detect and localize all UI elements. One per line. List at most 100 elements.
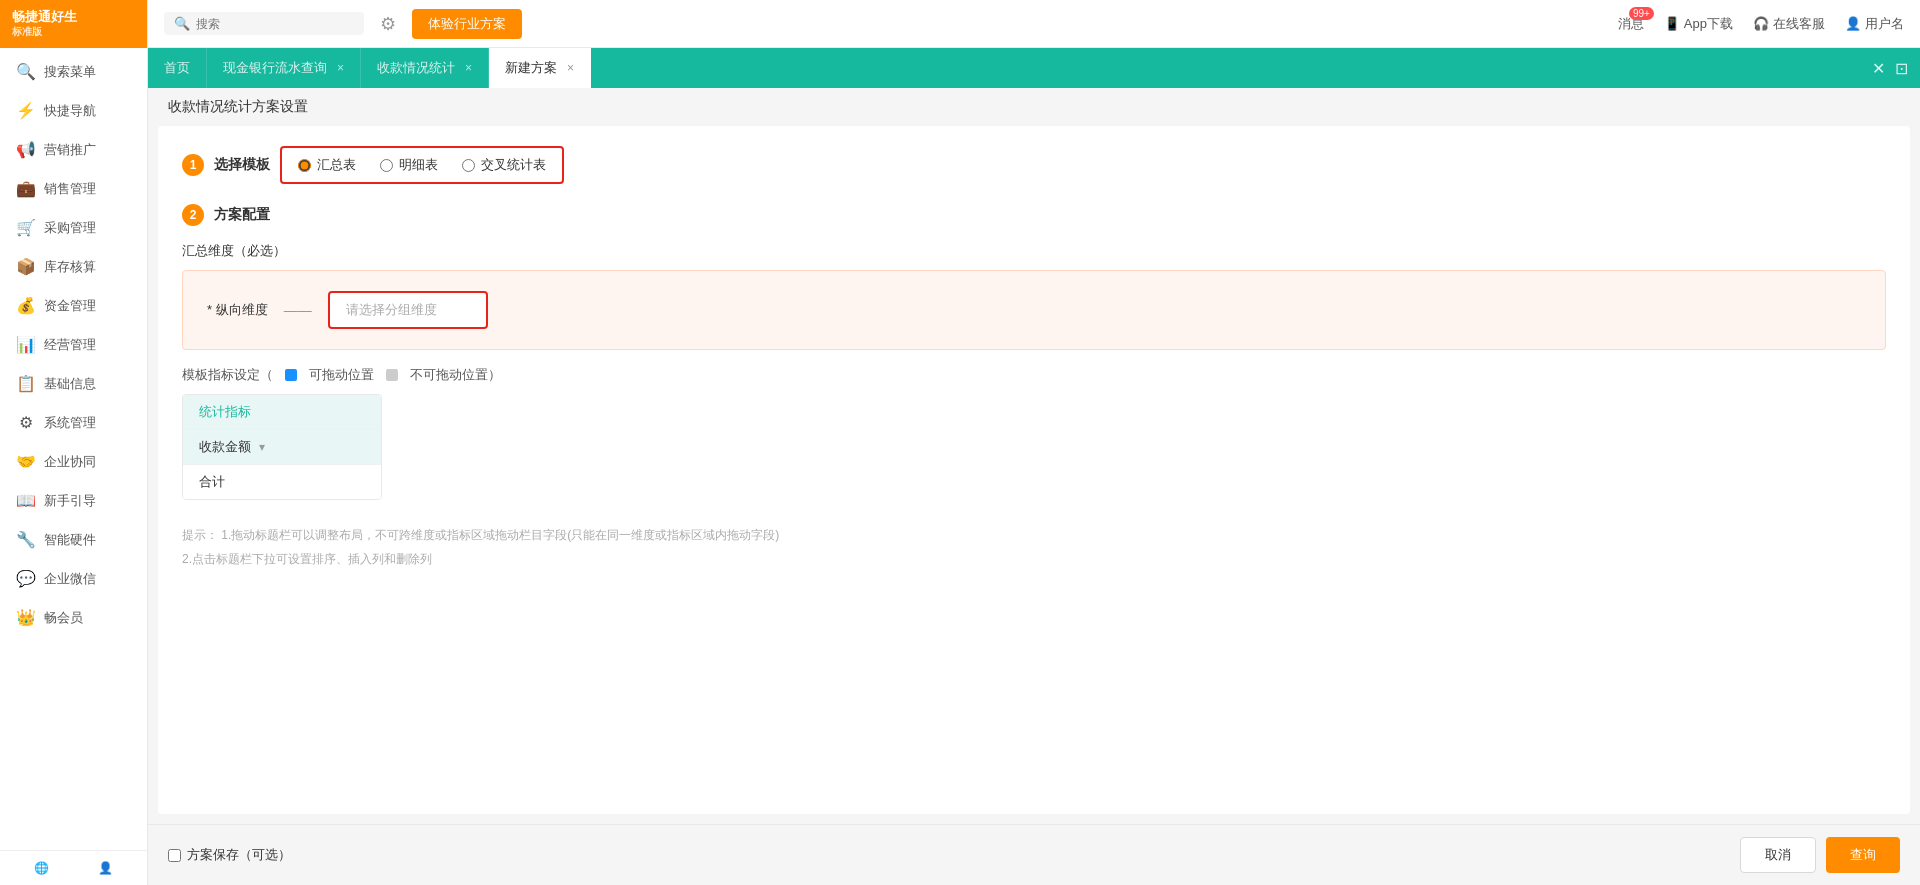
tab-bank-flow-close[interactable]: × [337, 61, 344, 75]
dimension-row: * 纵向维度 —— 请选择分组维度 [207, 291, 1861, 329]
chevron-down-icon[interactable]: ▾ [259, 440, 265, 454]
radio-detail-input[interactable] [380, 159, 393, 172]
sidebar-item-3[interactable]: 💼销售管理 [0, 169, 147, 208]
sidebar-label-14: 畅会员 [44, 609, 83, 627]
footer: 方案保存（可选） 取消 查询 [148, 824, 1920, 885]
sidebar-item-4[interactable]: 🛒采购管理 [0, 208, 147, 247]
tab-receipt-stats-close[interactable]: × [465, 61, 472, 75]
tab-home[interactable]: 首页 [148, 48, 207, 88]
radio-summary-label[interactable]: 汇总表 [317, 156, 356, 174]
indicator-total-label: 合计 [199, 474, 225, 489]
sidebar-item-14[interactable]: 👑畅会员 [0, 598, 147, 637]
non-draggable-label: 不可拖动位置） [410, 366, 501, 384]
sidebar-icon-3: 💼 [16, 179, 36, 198]
step2-title: 方案配置 [214, 206, 270, 224]
sidebar-icon-1: ⚡ [16, 101, 36, 120]
trial-button[interactable]: 体验行业方案 [412, 9, 522, 39]
download-label: App下载 [1684, 15, 1733, 33]
indicator-column-total: 合计 [183, 464, 381, 499]
sidebar-icon-8: 📋 [16, 374, 36, 393]
tab-receipt-stats[interactable]: 收款情况统计 × [361, 48, 489, 88]
sidebar-label-4: 采购管理 [44, 219, 96, 237]
sidebar-label-12: 智能硬件 [44, 531, 96, 549]
radio-summary-input[interactable] [298, 159, 311, 172]
non-draggable-dot [386, 369, 398, 381]
sidebar-item-7[interactable]: 📊 经营管理 [0, 325, 147, 364]
sidebar-label-13: 企业微信 [44, 570, 96, 588]
indicator-table-title: 统计指标 [199, 403, 251, 421]
sidebar-label-7: 经营管理 [44, 336, 96, 354]
save-checkbox-input[interactable] [168, 849, 181, 862]
search-input[interactable] [196, 17, 346, 31]
topbar: 🔍 ⚙ 体验行业方案 消息 99+ 📱 App下载 🎧 在线客服 👤 用户名 [148, 0, 1920, 48]
support-label: 在线客服 [1773, 15, 1825, 33]
sidebar-item-1[interactable]: ⚡ 快捷导航 [0, 91, 147, 130]
download-link[interactable]: 📱 App下载 [1664, 15, 1733, 33]
sidebar-icon-5: 📦 [16, 257, 36, 276]
sidebar-item-0[interactable]: 🔍搜索菜单 [0, 52, 147, 91]
step2-section: 2 方案配置 汇总维度（必选） * 纵向维度 —— 请选择分组维度 [182, 204, 1886, 571]
tab-bank-flow[interactable]: 现金银行流水查询 × [207, 48, 361, 88]
sidebar-item-9[interactable]: ⚙系统管理 [0, 403, 147, 442]
draggable-dot [285, 369, 297, 381]
cancel-button[interactable]: 取消 [1740, 837, 1816, 873]
tab-expand-icon[interactable]: ⊡ [1895, 59, 1908, 78]
content-area: 收款情况统计方案设置 1 选择模板 汇总表 明细表 [148, 88, 1920, 885]
tab-new-plan-label: 新建方案 [505, 59, 557, 77]
dimension-select[interactable]: 请选择分组维度 [328, 291, 488, 329]
radio-cross-input[interactable] [462, 159, 475, 172]
tab-receipt-stats-label: 收款情况统计 [377, 59, 455, 77]
sidebar-icon-0: 🔍 [16, 62, 36, 81]
sidebar-icon-7: 📊 [16, 335, 36, 354]
sidebar-label-1: 快捷导航 [44, 102, 96, 120]
tab-new-plan-close[interactable]: × [567, 61, 574, 75]
search-box[interactable]: 🔍 [164, 12, 364, 35]
tab-close-all-icon[interactable]: ✕ [1872, 59, 1885, 78]
radio-cross[interactable]: 交叉统计表 [462, 156, 546, 174]
sidebar-bottom-icon2[interactable]: 👤 [98, 861, 113, 875]
tabbar-actions: ✕ ⊡ [1860, 48, 1920, 88]
sidebar-item-8[interactable]: 📋基础信息 [0, 364, 147, 403]
step1-title: 选择模板 [214, 156, 270, 174]
radio-summary[interactable]: 汇总表 [298, 156, 356, 174]
gear-icon[interactable]: ⚙ [380, 13, 396, 35]
dimension-area: * 纵向维度 —— 请选择分组维度 [182, 270, 1886, 350]
search-icon: 🔍 [174, 16, 190, 31]
sidebar-item-12[interactable]: 🔧智能硬件 [0, 520, 147, 559]
sidebar-item-2[interactable]: 📢营销推广 [0, 130, 147, 169]
support-link[interactable]: 🎧 在线客服 [1753, 15, 1825, 33]
sidebar-label-5: 库存核算 [44, 258, 96, 276]
user-name: 用户名 [1865, 15, 1904, 33]
sidebar-item-6[interactable]: 💰资金管理 [0, 286, 147, 325]
tab-new-plan[interactable]: 新建方案 × [489, 48, 591, 88]
footer-actions: 取消 查询 [1740, 837, 1900, 873]
notification-icon[interactable]: 消息 99+ [1618, 15, 1644, 33]
dimension-arrow: —— [284, 302, 312, 318]
radio-detail[interactable]: 明细表 [380, 156, 438, 174]
radio-cross-label[interactable]: 交叉统计表 [481, 156, 546, 174]
user-avatar[interactable]: 👤 用户名 [1845, 15, 1904, 33]
topbar-right: 消息 99+ 📱 App下载 🎧 在线客服 👤 用户名 [1618, 15, 1904, 33]
sidebar-label-11: 新手引导 [44, 492, 96, 510]
indicator-column-receipt[interactable]: 收款金额 ▾ [183, 429, 381, 464]
vertical-dimension-label: * 纵向维度 [207, 301, 268, 319]
page-title: 收款情况统计方案设置 [148, 88, 1920, 126]
save-checkbox[interactable]: 方案保存（可选） [168, 846, 291, 864]
step1-header: 1 选择模板 汇总表 明细表 交叉统计表 [182, 146, 1886, 184]
support-icon: 🎧 [1753, 16, 1769, 31]
sidebar-item-11[interactable]: 📖新手引导 [0, 481, 147, 520]
sidebar-bottom-icon1[interactable]: 🌐 [34, 861, 49, 875]
sidebar-item-5[interactable]: 📦 库存核算 [0, 247, 147, 286]
sidebar-item-10[interactable]: 🤝企业协同 [0, 442, 147, 481]
query-button[interactable]: 查询 [1826, 837, 1900, 873]
step1-section: 1 选择模板 汇总表 明细表 交叉统计表 [182, 146, 1886, 184]
indicator-table: 统计指标 收款金额 ▾ 合计 [182, 394, 382, 500]
logo-sub: 标准版 [12, 25, 77, 39]
step2-number: 2 [182, 204, 204, 226]
radio-detail-label[interactable]: 明细表 [399, 156, 438, 174]
sidebar-icon-13: 💬 [16, 569, 36, 588]
sidebar-item-13[interactable]: 💬 企业微信 [0, 559, 147, 598]
sidebar-icon-2: 📢 [16, 140, 36, 159]
sidebar: 畅捷通好生 标准版 🔍搜索菜单⚡快捷导航📢营销推广💼销售管理🛒采购管理📦库存核算… [0, 0, 148, 885]
tip-line-2: 2.点击标题栏下拉可设置排序、插入列和删除列 [182, 547, 1886, 571]
